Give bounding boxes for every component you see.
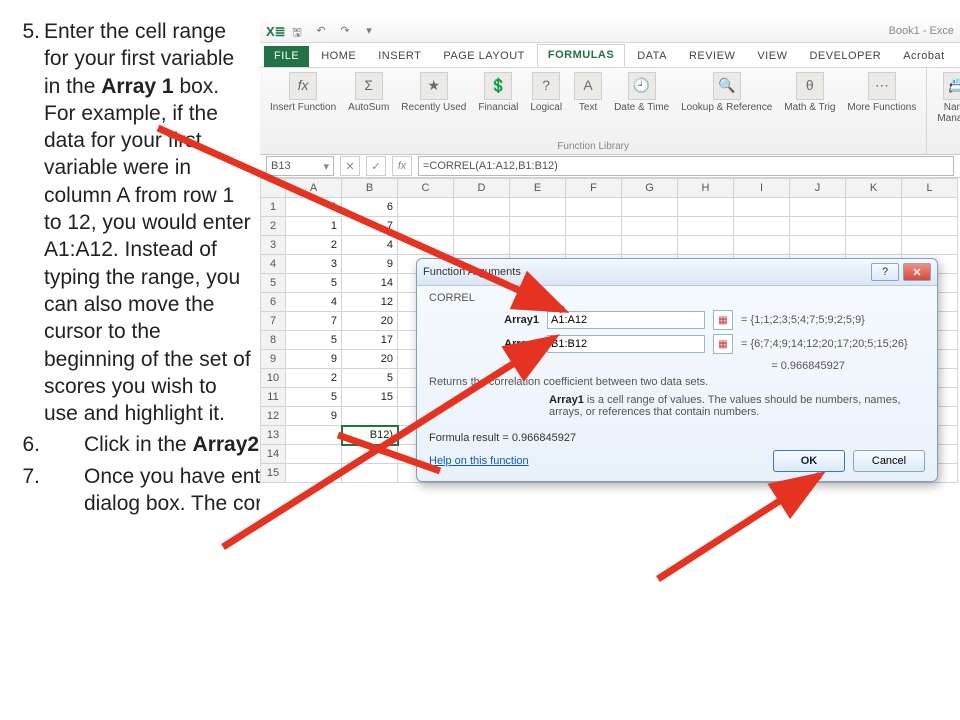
qat-dropdown-icon[interactable]: ▾ [362,24,376,38]
dialog-help-icon[interactable]: ? [871,263,899,281]
array2-range-picker-icon[interactable]: ▦ [713,334,733,354]
text-button[interactable]: AText [574,72,602,113]
help-link[interactable]: Help on this function [429,455,529,467]
array1-evaluated: = {1;1;2;3;5;4;7;5;9;2;5;9} [741,314,865,326]
tab-review[interactable]: REVIEW [679,46,745,67]
function-arguments-dialog: Function Arguments ? ✕ CORREL Array1 ▦ =… [416,258,938,482]
array1-input[interactable] [547,311,705,329]
ribbon: fxInsert Function ΣAutoSum ★Recently Use… [260,68,960,155]
tab-home[interactable]: HOME [311,46,366,67]
calc-result: = 0.966845927 [771,360,845,372]
tab-view[interactable]: VIEW [747,46,797,67]
financial-button[interactable]: 💲Financial [478,72,518,113]
function-description: Returns the correlation coefficient betw… [429,376,925,388]
tab-data[interactable]: DATA [627,46,677,67]
array2-input[interactable] [547,335,705,353]
tab-formulas[interactable]: FORMULAS [537,44,625,67]
dialog-close-icon[interactable]: ✕ [903,263,931,281]
ok-button[interactable]: OK [773,450,845,472]
enter-formula-icon[interactable]: ✓ [366,156,386,176]
array1-label: Array1 [429,314,539,326]
name-manager-button[interactable]: 📇Name Manager [937,72,960,124]
lookup-button[interactable]: 🔍Lookup & Reference [681,72,772,113]
workbook-name: Book1 - Exce [889,25,954,37]
ribbon-tabs: FILE HOME INSERT PAGE LAYOUT FORMULAS DA… [260,43,960,68]
redo-icon[interactable]: ↷ [338,24,352,38]
formula-input[interactable]: =CORREL(A1:A12,B1:B12) [418,156,954,176]
more-functions-button[interactable]: ⋯More Functions [847,72,916,113]
cancel-formula-icon[interactable]: ✕ [340,156,360,176]
fx-icon[interactable]: fx [392,156,412,176]
name-box[interactable]: B13 ▾ [266,156,334,176]
tab-acrobat[interactable]: Acrobat [893,46,954,67]
array2-label: Array2 [429,338,539,350]
math-trig-button[interactable]: θMath & Trig [784,72,835,113]
cancel-button[interactable]: Cancel [853,450,925,472]
save-icon[interactable]: 🖫 [290,24,304,38]
function-name-label: CORREL [429,292,925,304]
logical-button[interactable]: ?Logical [530,72,562,113]
excel-icon: X≣ [266,24,280,38]
list-number-6: 6. [0,431,44,458]
insert-function-button[interactable]: fxInsert Function [270,72,336,113]
formula-result: Formula result = 0.966845927 [429,432,925,444]
tab-developer[interactable]: DEVELOPER [799,46,891,67]
excel-titlebar: X≣ 🖫 ↶ ↷ ▾ Book1 - Exce [260,20,960,43]
autosum-button[interactable]: ΣAutoSum [348,72,389,113]
formula-bar: B13 ▾ ✕ ✓ fx =CORREL(A1:A12,B1:B12) [260,155,960,178]
date-time-button[interactable]: 🕘Date & Time [614,72,669,113]
list-item-5: Enter the cell range for your first vari… [44,18,254,427]
recently-used-button[interactable]: ★Recently Used [401,72,466,113]
argument-description: Array1 is a cell range of values. The va… [549,394,925,418]
tab-page-layout[interactable]: PAGE LAYOUT [433,46,535,67]
tab-insert[interactable]: INSERT [368,46,431,67]
array2-evaluated: = {6;7;4;9;14;12;20;17;20;5;15;26} [741,338,908,350]
list-number-7: 7. [0,463,44,490]
dialog-title: Function Arguments [423,266,521,278]
undo-icon[interactable]: ↶ [314,24,328,38]
list-number-5: 5. [0,18,44,45]
tab-file[interactable]: FILE [264,46,309,67]
array1-range-picker-icon[interactable]: ▦ [713,310,733,330]
group-function-library: Function Library [557,141,629,152]
